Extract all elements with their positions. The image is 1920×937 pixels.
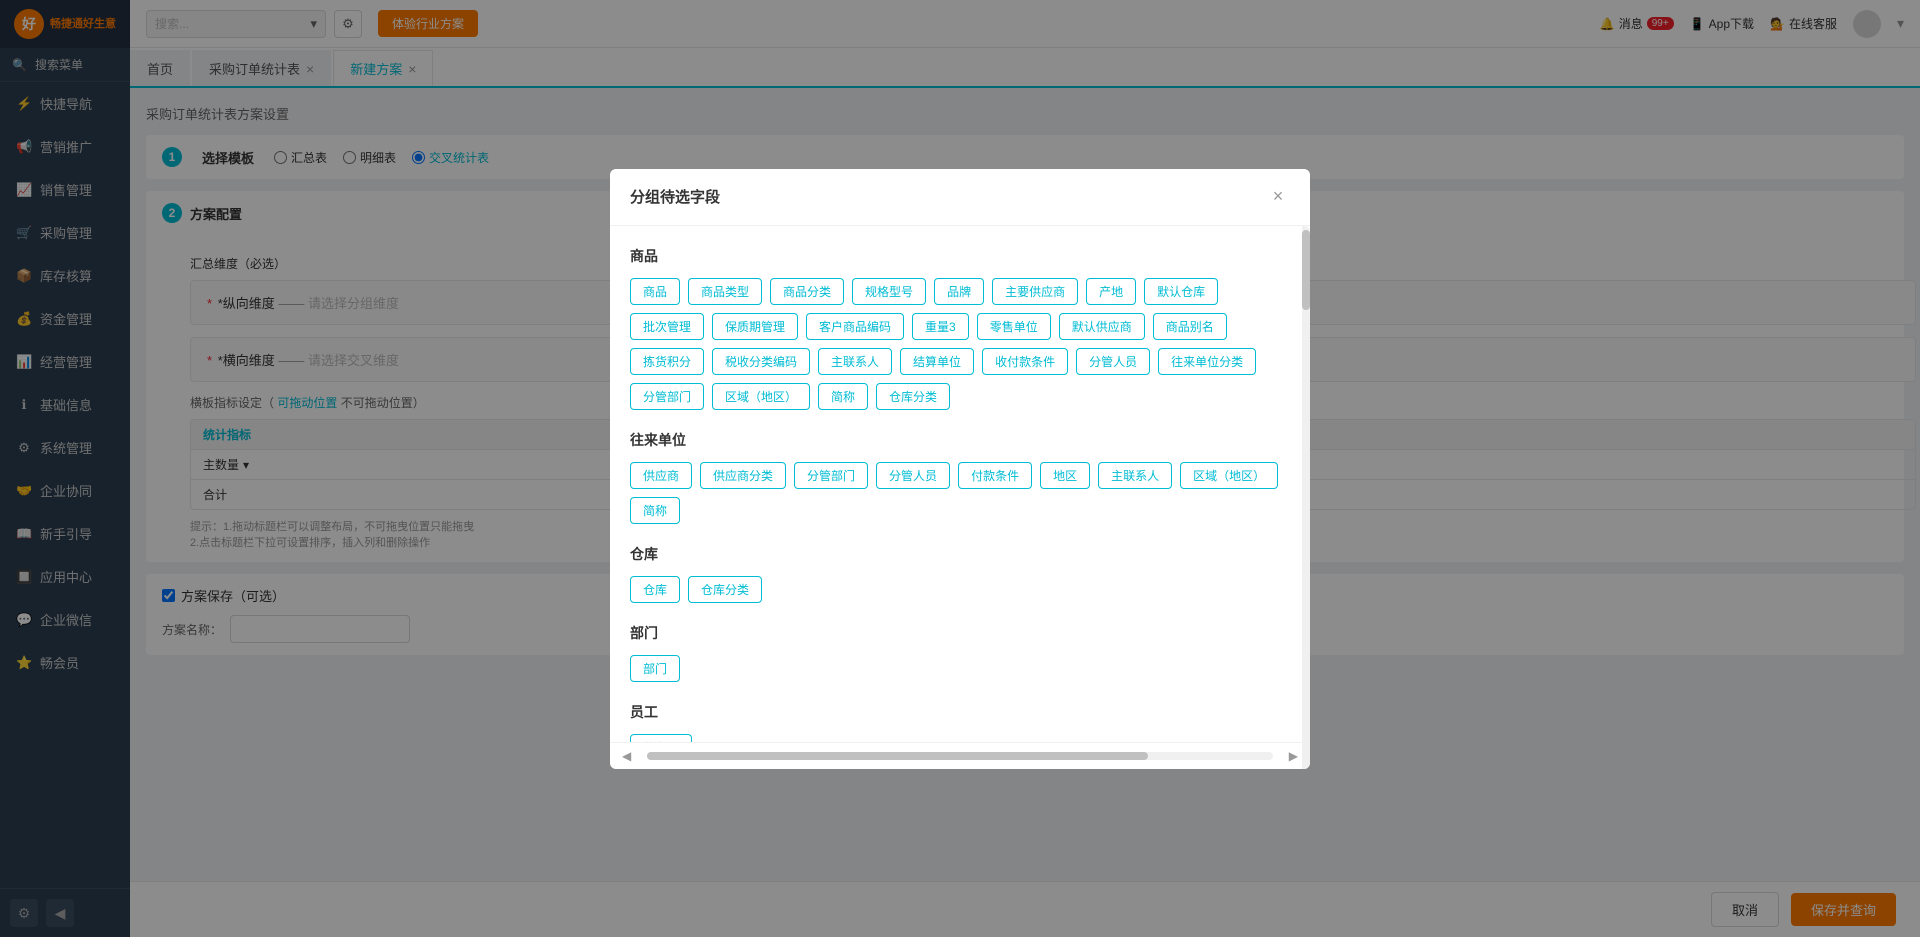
field-tag[interactable]: 地区: [1040, 462, 1090, 489]
field-tag[interactable]: 供应商: [630, 462, 692, 489]
field-tag[interactable]: 简称: [818, 383, 868, 410]
field-tag[interactable]: 分管人员: [876, 462, 950, 489]
field-tag[interactable]: 默认供应商: [1059, 313, 1145, 340]
field-grid-employee: 业务员: [630, 734, 1290, 742]
field-tag[interactable]: 规格型号: [852, 278, 926, 305]
vertical-scrollbar-thumb[interactable]: [1302, 230, 1310, 310]
field-select-modal: 分组待选字段 × 商品 商品 商品类型 商品分类 规格型号 品牌 主要供应商 产…: [610, 169, 1310, 769]
field-tag[interactable]: 供应商分类: [700, 462, 786, 489]
scroll-right-arrow[interactable]: ▶: [1285, 747, 1302, 765]
field-tag[interactable]: 拣货积分: [630, 348, 704, 375]
field-section-department-title: 部门: [630, 623, 1290, 643]
field-tag[interactable]: 业务员: [630, 734, 692, 742]
field-tag[interactable]: 商品: [630, 278, 680, 305]
field-section-product: 商品 商品 商品类型 商品分类 规格型号 品牌 主要供应商 产地 默认仓库 批次…: [630, 246, 1290, 410]
field-tag[interactable]: 区域（地区）: [1180, 462, 1278, 489]
modal-title: 分组待选字段: [630, 186, 720, 207]
field-tag[interactable]: 批次管理: [630, 313, 704, 340]
field-tag[interactable]: 付款条件: [958, 462, 1032, 489]
field-tag[interactable]: 默认仓库: [1144, 278, 1218, 305]
modal-close-button[interactable]: ×: [1266, 185, 1290, 209]
field-tag[interactable]: 区域（地区）: [712, 383, 810, 410]
field-grid-warehouse: 仓库 仓库分类: [630, 576, 1290, 603]
modal-body: 商品 商品 商品类型 商品分类 规格型号 品牌 主要供应商 产地 默认仓库 批次…: [610, 226, 1310, 742]
field-tag[interactable]: 主要供应商: [992, 278, 1078, 305]
horizontal-scrollbar[interactable]: [647, 752, 1273, 760]
field-tag[interactable]: 结算单位: [900, 348, 974, 375]
field-grid-product: 商品 商品类型 商品分类 规格型号 品牌 主要供应商 产地 默认仓库 批次管理 …: [630, 278, 1290, 410]
modal-header: 分组待选字段 ×: [610, 169, 1310, 226]
field-tag[interactable]: 仓库分类: [688, 576, 762, 603]
field-tag[interactable]: 税收分类编码: [712, 348, 810, 375]
field-section-product-title: 商品: [630, 246, 1290, 266]
field-section-partner: 往来单位 供应商 供应商分类 分管部门 分管人员 付款条件 地区 主联系人 区域…: [630, 430, 1290, 524]
field-tag[interactable]: 仓库: [630, 576, 680, 603]
field-section-partner-title: 往来单位: [630, 430, 1290, 450]
field-tag[interactable]: 保质期管理: [712, 313, 798, 340]
vertical-scrollbar-track[interactable]: [1302, 226, 1310, 769]
field-tag[interactable]: 商品分类: [770, 278, 844, 305]
field-tag[interactable]: 简称: [630, 497, 680, 524]
field-tag[interactable]: 产地: [1086, 278, 1136, 305]
field-tag[interactable]: 分管部门: [794, 462, 868, 489]
field-tag[interactable]: 往来单位分类: [1158, 348, 1256, 375]
field-tag[interactable]: 客户商品编码: [806, 313, 904, 340]
field-tag[interactable]: 分管部门: [630, 383, 704, 410]
field-tag[interactable]: 收付款条件: [982, 348, 1068, 375]
field-tag[interactable]: 商品别名: [1153, 313, 1227, 340]
field-grid-partner: 供应商 供应商分类 分管部门 分管人员 付款条件 地区 主联系人 区域（地区） …: [630, 462, 1290, 524]
horizontal-scrollbar-thumb[interactable]: [647, 752, 1147, 760]
field-tag[interactable]: 品牌: [934, 278, 984, 305]
field-tag[interactable]: 部门: [630, 655, 680, 682]
field-section-warehouse-title: 仓库: [630, 544, 1290, 564]
field-tag[interactable]: 主联系人: [1098, 462, 1172, 489]
field-tag[interactable]: 零售单位: [977, 313, 1051, 340]
field-section-department: 部门 部门: [630, 623, 1290, 682]
field-grid-department: 部门: [630, 655, 1290, 682]
scroll-left-arrow[interactable]: ◀: [618, 747, 635, 765]
field-tag[interactable]: 分管人员: [1076, 348, 1150, 375]
field-tag[interactable]: 仓库分类: [876, 383, 950, 410]
field-section-warehouse: 仓库 仓库 仓库分类: [630, 544, 1290, 603]
modal-footer-scroll: ◀ ▶: [610, 742, 1310, 769]
field-tag[interactable]: 主联系人: [818, 348, 892, 375]
field-section-employee: 员工 业务员: [630, 702, 1290, 742]
modal-overlay: 分组待选字段 × 商品 商品 商品类型 商品分类 规格型号 品牌 主要供应商 产…: [0, 0, 1920, 937]
field-tag[interactable]: 商品类型: [688, 278, 762, 305]
field-section-employee-title: 员工: [630, 702, 1290, 722]
field-tag[interactable]: 重量3: [912, 313, 969, 340]
